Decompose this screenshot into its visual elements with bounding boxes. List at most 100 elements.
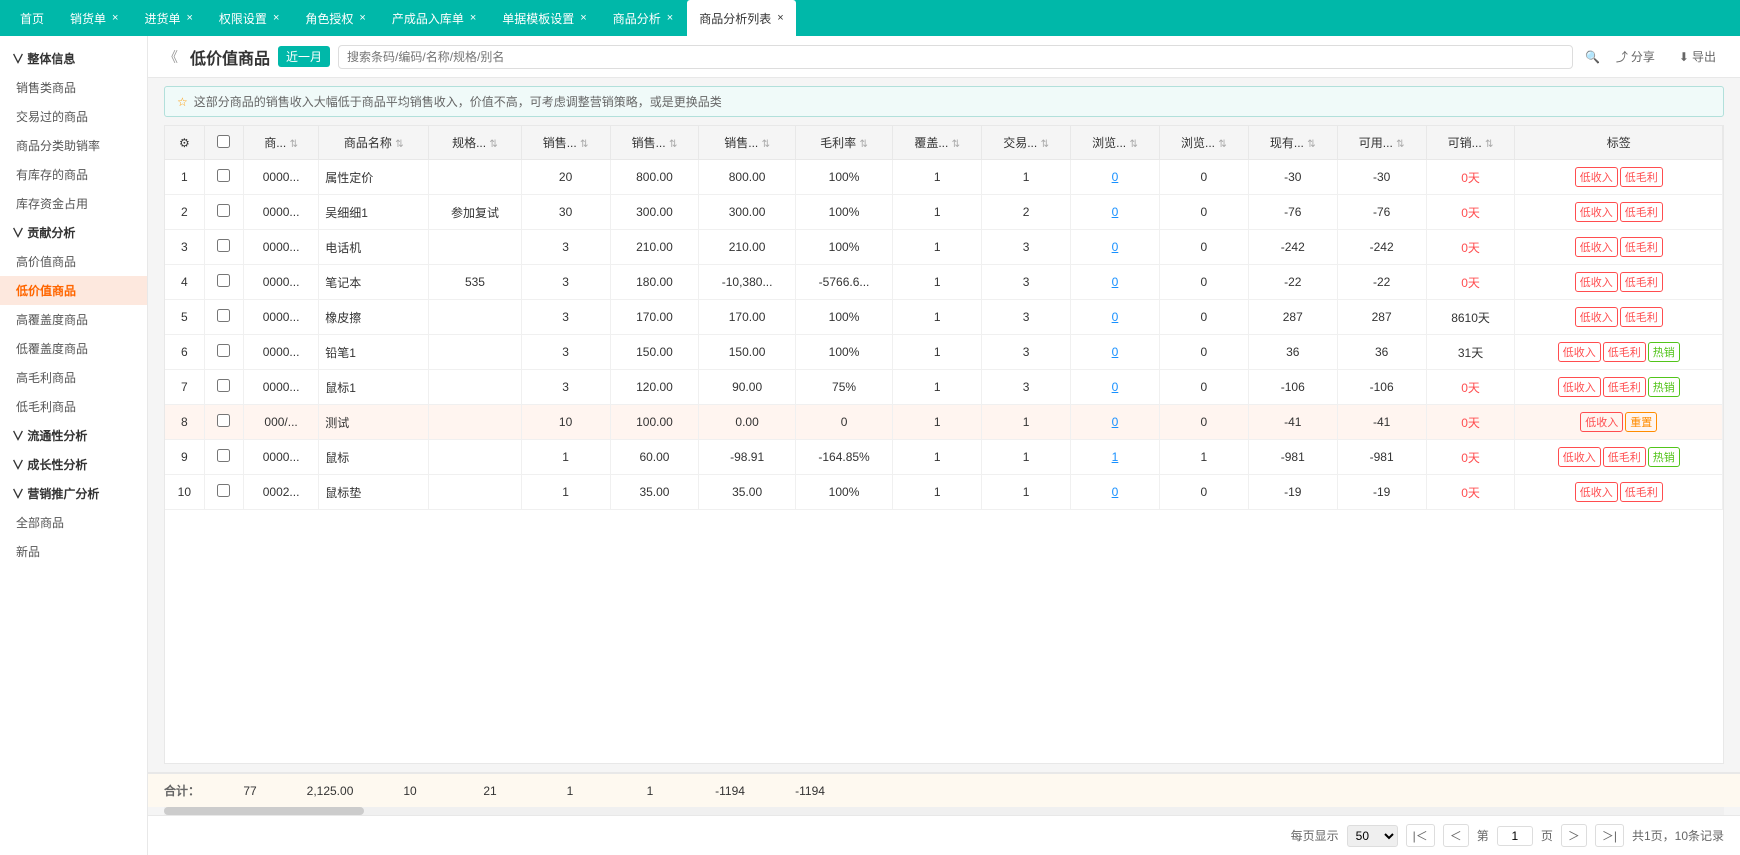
nav-sales-order[interactable]: 销货单 × xyxy=(58,0,130,36)
close-icon[interactable]: × xyxy=(777,12,783,24)
cell-view1[interactable]: 0 xyxy=(1071,160,1160,195)
sidebar-group-contribution[interactable]: ∨ 贡献分析 xyxy=(0,218,147,247)
sidebar-group-overall[interactable]: ∨ 整体信息 xyxy=(0,44,147,73)
sidebar-item-traded-products[interactable]: 交易过的商品 xyxy=(0,102,147,131)
sidebar-group-marketing[interactable]: ∨ 营销推广分析 xyxy=(0,479,147,508)
row-checkbox[interactable] xyxy=(217,484,230,497)
first-page-btn[interactable]: |＜ xyxy=(1406,824,1435,847)
cell-checkbox[interactable] xyxy=(204,160,243,195)
page-number-input[interactable] xyxy=(1497,826,1533,846)
col-checkbox[interactable] xyxy=(204,126,243,160)
sidebar-item-category-sales-rate[interactable]: 商品分类助销率 xyxy=(0,131,147,160)
sidebar-item-low-value[interactable]: 低价值商品 xyxy=(0,276,147,305)
close-icon[interactable]: × xyxy=(273,12,279,24)
cell-checkbox[interactable] xyxy=(204,370,243,405)
row-checkbox[interactable] xyxy=(217,344,230,357)
col-sales1[interactable]: 销售... ⇅ xyxy=(521,126,610,160)
cell-checkbox[interactable] xyxy=(204,335,243,370)
sidebar-group-growth[interactable]: ∨ 成长性分析 xyxy=(0,450,147,479)
view1-link[interactable]: 0 xyxy=(1112,170,1119,184)
cell-view1[interactable]: 0 xyxy=(1071,405,1160,440)
close-icon[interactable]: × xyxy=(470,12,476,24)
cell-view1[interactable]: 0 xyxy=(1071,265,1160,300)
sidebar-collapse-btn[interactable]: 《 xyxy=(164,47,178,67)
col-sales3[interactable]: 销售... ⇅ xyxy=(699,126,795,160)
sidebar-item-high-margin[interactable]: 高毛利商品 xyxy=(0,363,147,392)
cell-view1[interactable]: 0 xyxy=(1071,230,1160,265)
cell-checkbox[interactable] xyxy=(204,440,243,475)
view1-link[interactable]: 0 xyxy=(1112,485,1119,499)
cell-checkbox[interactable] xyxy=(204,405,243,440)
view1-link[interactable]: 0 xyxy=(1112,415,1119,429)
row-checkbox[interactable] xyxy=(217,204,230,217)
sidebar-item-low-coverage[interactable]: 低覆盖度商品 xyxy=(0,334,147,363)
sidebar-item-stock-capital[interactable]: 库存资金占用 xyxy=(0,189,147,218)
cell-checkbox[interactable] xyxy=(204,230,243,265)
select-all-checkbox[interactable] xyxy=(217,135,230,148)
nav-finished-goods[interactable]: 产成品入库单 × xyxy=(380,0,488,36)
cell-checkbox[interactable] xyxy=(204,475,243,510)
col-available[interactable]: 可用... ⇅ xyxy=(1337,126,1426,160)
time-tag[interactable]: 近一月 xyxy=(278,46,330,67)
sidebar-item-high-coverage[interactable]: 高覆盖度商品 xyxy=(0,305,147,334)
nav-template-settings[interactable]: 单据模板设置 × xyxy=(490,0,598,36)
col-tags[interactable]: 标签 xyxy=(1515,126,1723,160)
cell-checkbox[interactable] xyxy=(204,300,243,335)
view1-link[interactable]: 0 xyxy=(1112,380,1119,394)
page-size-select[interactable]: 50 100 200 xyxy=(1347,825,1398,847)
row-checkbox[interactable] xyxy=(217,239,230,252)
sidebar-item-new-products[interactable]: 新品 xyxy=(0,537,147,566)
view1-link[interactable]: 0 xyxy=(1112,240,1119,254)
col-sales2[interactable]: 销售... ⇅ xyxy=(610,126,699,160)
share-button[interactable]: ⤴ 分享 xyxy=(1608,44,1663,69)
cell-view1[interactable]: 0 xyxy=(1071,195,1160,230)
close-icon[interactable]: × xyxy=(667,12,673,24)
row-checkbox[interactable] xyxy=(217,309,230,322)
sidebar-group-circulation[interactable]: ∨ 流通性分析 xyxy=(0,421,147,450)
close-icon[interactable]: × xyxy=(186,12,192,24)
scrollbar-thumb[interactable] xyxy=(164,807,364,815)
col-name[interactable]: 商品名称 ⇅ xyxy=(319,126,429,160)
row-checkbox[interactable] xyxy=(217,274,230,287)
view1-link[interactable]: 0 xyxy=(1112,310,1119,324)
row-checkbox[interactable] xyxy=(217,169,230,182)
nav-permissions[interactable]: 权限设置 × xyxy=(207,0,291,36)
col-spec[interactable]: 规格... ⇅ xyxy=(429,126,521,160)
col-coverage[interactable]: 覆盖... ⇅ xyxy=(893,126,982,160)
nav-purchase-order[interactable]: 进货单 × xyxy=(132,0,204,36)
sidebar-item-low-margin[interactable]: 低毛利商品 xyxy=(0,392,147,421)
col-code[interactable]: 商... ⇅ xyxy=(243,126,318,160)
nav-home[interactable]: 首页 xyxy=(8,0,56,36)
cell-checkbox[interactable] xyxy=(204,195,243,230)
view1-link[interactable]: 0 xyxy=(1112,345,1119,359)
cell-view1[interactable]: 0 xyxy=(1071,370,1160,405)
col-trans[interactable]: 交易... ⇅ xyxy=(982,126,1071,160)
col-settings[interactable]: ⚙ xyxy=(165,126,204,160)
search-input[interactable] xyxy=(338,45,1573,69)
col-current[interactable]: 现有... ⇅ xyxy=(1248,126,1337,160)
row-checkbox[interactable] xyxy=(217,449,230,462)
cell-view1[interactable]: 0 xyxy=(1071,335,1160,370)
view1-link[interactable]: 1 xyxy=(1112,450,1119,464)
cell-checkbox[interactable] xyxy=(204,265,243,300)
cell-view1[interactable]: 0 xyxy=(1071,300,1160,335)
close-icon[interactable]: × xyxy=(359,12,365,24)
nav-product-analysis-list[interactable]: 商品分析列表 × xyxy=(687,0,795,36)
sidebar-item-all-products[interactable]: 全部商品 xyxy=(0,508,147,537)
col-view2[interactable]: 浏览... ⇅ xyxy=(1159,126,1248,160)
horizontal-scrollbar[interactable] xyxy=(164,807,1724,815)
prev-page-btn[interactable]: ＜ xyxy=(1443,824,1469,847)
col-salable[interactable]: 可销... ⇅ xyxy=(1426,126,1515,160)
view1-link[interactable]: 0 xyxy=(1112,205,1119,219)
nav-role-auth[interactable]: 角色授权 × xyxy=(293,0,377,36)
cell-view1[interactable]: 1 xyxy=(1071,440,1160,475)
close-icon[interactable]: × xyxy=(112,12,118,24)
close-icon[interactable]: × xyxy=(580,12,586,24)
last-page-btn[interactable]: ＞| xyxy=(1595,824,1624,847)
export-button[interactable]: ⬇ 导出 xyxy=(1671,44,1724,69)
nav-product-analysis[interactable]: 商品分析 × xyxy=(601,0,685,36)
row-checkbox[interactable] xyxy=(217,414,230,427)
search-icon[interactable]: 🔍 xyxy=(1585,50,1600,64)
col-view1[interactable]: 浏览... ⇅ xyxy=(1071,126,1160,160)
row-checkbox[interactable] xyxy=(217,379,230,392)
